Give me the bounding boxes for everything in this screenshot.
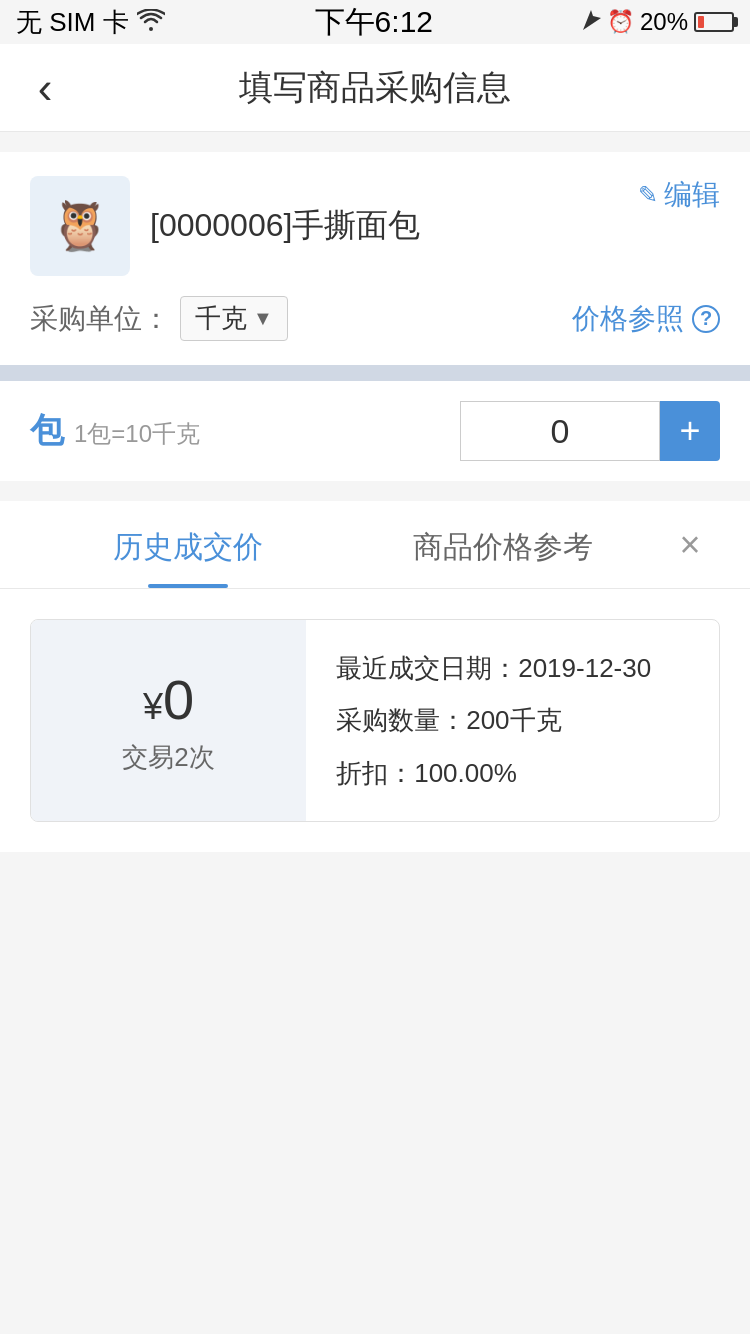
status-time: 下午6:12 [315, 2, 433, 43]
nav-bar: ‹ 填写商品采购信息 [0, 44, 750, 132]
product-header: 🦉 [0000006]手撕面包 ✎ 编辑 [30, 176, 720, 276]
tab-history-price[interactable]: 历史成交价 [30, 501, 345, 588]
price-trades: 交易2次 [122, 740, 214, 775]
quantity-input[interactable]: 0 [460, 401, 660, 461]
help-icon: ? [692, 305, 720, 333]
edit-icon: ✎ [638, 181, 658, 209]
quantity-label: 包 1包=10千克 [30, 408, 200, 454]
purchase-qty-row: 采购数量：200千克 [336, 702, 689, 738]
quantity-conversion: 1包=10千克 [74, 418, 200, 450]
history-price-content: ¥0 交易2次 最近成交日期：2019-12-30 采购数量：200千克 折扣：… [0, 589, 750, 852]
price-display: ¥0 [143, 667, 194, 732]
price-card-left: ¥0 交易2次 [31, 620, 306, 821]
battery-icon [694, 12, 734, 32]
recent-date-value: 2019-12-30 [518, 653, 651, 683]
edit-button[interactable]: ✎ 编辑 [638, 176, 720, 214]
quantity-controls: 0 + [460, 401, 720, 461]
section-divider [0, 365, 750, 381]
product-title: 手撕面包 [292, 207, 420, 243]
unit-label: 采购单位： [30, 300, 170, 338]
discount-label: 折扣： [336, 758, 414, 788]
product-unit-row: 采购单位： 千克 ▼ 价格参照 ? [30, 296, 720, 341]
quantity-section: 包 1包=10千克 0 + [0, 381, 750, 481]
status-bar: 无 SIM 卡 下午6:12 ⏰ 20% [0, 0, 750, 44]
status-left: 无 SIM 卡 [16, 5, 165, 40]
edit-label: 编辑 [664, 176, 720, 214]
tab-price-ref-label: 商品价格参考 [413, 530, 593, 563]
product-thumbnail: 🦉 [30, 176, 130, 276]
close-icon: × [679, 524, 700, 566]
discount-value: 100.00% [414, 758, 517, 788]
quantity-plus-button[interactable]: + [660, 401, 720, 461]
purchase-qty-value: 200千克 [466, 705, 561, 735]
price-card-right: 最近成交日期：2019-12-30 采购数量：200千克 折扣：100.00% [306, 620, 719, 821]
product-left: 🦉 [0000006]手撕面包 [30, 176, 420, 276]
price-amount: 0 [163, 668, 194, 731]
unit-select[interactable]: 千克 ▼ [180, 296, 288, 341]
recent-date-row: 最近成交日期：2019-12-30 [336, 650, 689, 686]
wifi-icon [137, 7, 165, 38]
alarm-icon: ⏰ [607, 9, 634, 35]
back-icon: ‹ [38, 63, 53, 113]
carrier-text: 无 SIM 卡 [16, 5, 129, 40]
tab-price-reference[interactable]: 商品价格参考 [345, 501, 660, 588]
product-logo-icon: 🦉 [50, 198, 110, 254]
currency-symbol: ¥ [143, 686, 163, 727]
tab-close-button[interactable]: × [660, 515, 720, 575]
status-right: ⏰ 20% [583, 8, 734, 36]
tabs-section: 历史成交价 商品价格参考 × [0, 501, 750, 589]
product-name: [0000006]手撕面包 [150, 204, 420, 248]
plus-icon: + [679, 410, 700, 452]
unit-value: 千克 [195, 301, 247, 336]
discount-row: 折扣：100.00% [336, 755, 689, 791]
tabs-header: 历史成交价 商品价格参考 × [0, 501, 750, 588]
recent-date-label: 最近成交日期： [336, 653, 518, 683]
page-title: 填写商品采购信息 [239, 65, 511, 111]
back-button[interactable]: ‹ [20, 63, 70, 113]
price-reference-button[interactable]: 价格参照 ? [572, 300, 720, 338]
purchase-qty-label: 采购数量： [336, 705, 466, 735]
product-id: [0000006] [150, 207, 292, 243]
product-section: 🦉 [0000006]手撕面包 ✎ 编辑 采购单位： 千克 ▼ 价格参照 ? [0, 152, 750, 365]
unit-arrow-icon: ▼ [253, 307, 273, 330]
tab-active-indicator [148, 584, 228, 588]
quantity-value: 0 [551, 412, 570, 451]
location-icon [583, 8, 601, 36]
quantity-unit: 包 [30, 408, 64, 454]
svg-marker-0 [583, 10, 601, 30]
price-ref-label: 价格参照 [572, 300, 684, 338]
price-card: ¥0 交易2次 最近成交日期：2019-12-30 采购数量：200千克 折扣：… [30, 619, 720, 822]
battery-percent: 20% [640, 8, 688, 36]
tab-history-label: 历史成交价 [113, 530, 263, 563]
